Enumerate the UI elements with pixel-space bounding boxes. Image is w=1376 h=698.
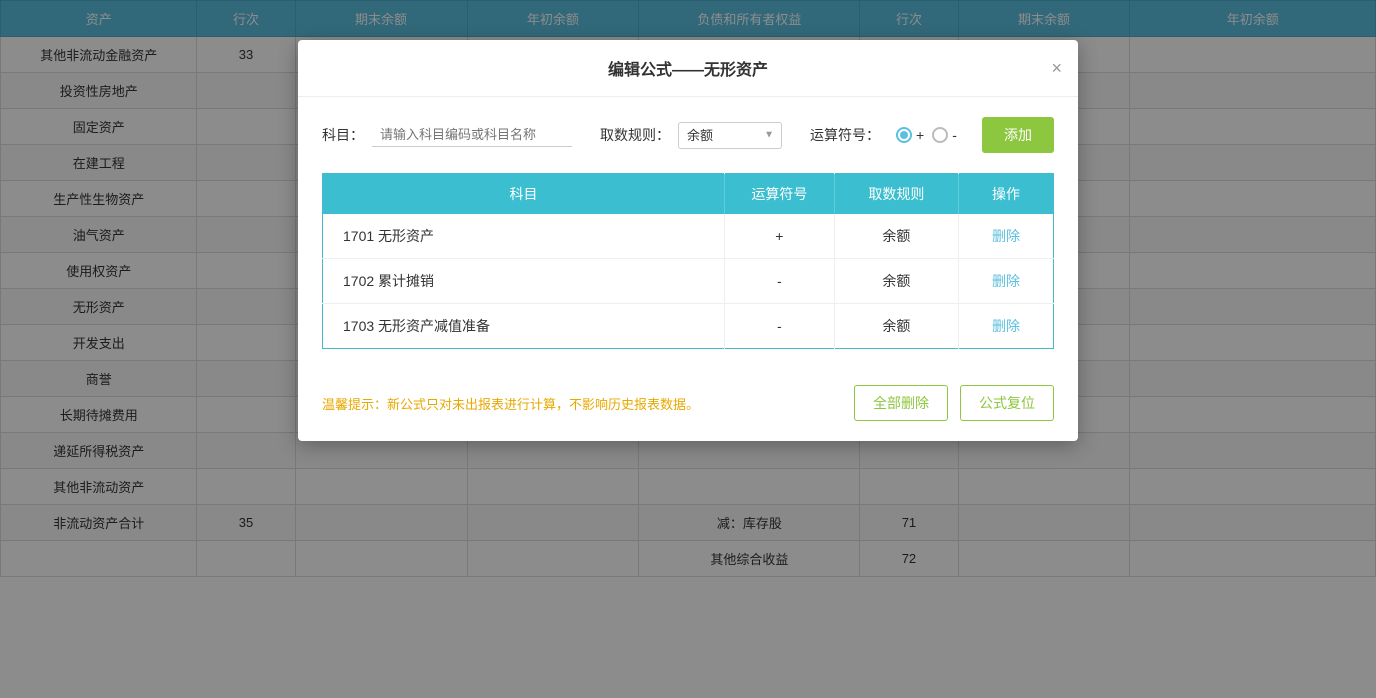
- reset-button[interactable]: 公式复位: [960, 385, 1054, 421]
- operator-plus-item[interactable]: +: [896, 127, 924, 143]
- formula-cell-action: 删除: [958, 259, 1053, 304]
- col-rule: 取数规则: [834, 174, 958, 215]
- formula-cell-subject: 1701 无形资产: [323, 214, 725, 259]
- delete-row-button[interactable]: 删除: [992, 226, 1020, 246]
- col-action: 操作: [958, 174, 1053, 215]
- formula-cell-subject: 1702 累计摊销: [323, 259, 725, 304]
- operator-minus-item[interactable]: -: [932, 127, 957, 143]
- formula-cell-operator: +: [725, 214, 835, 259]
- rule-select-wrapper[interactable]: 余额 借方 贷方 借方发生额 贷方发生额 ▼: [678, 122, 782, 149]
- footer-tip: 温馨提示：新公式只对未出报表进行计算，不影响历史报表数据。: [322, 394, 699, 413]
- subject-label: 科目：: [322, 125, 364, 145]
- subject-input[interactable]: [372, 123, 572, 147]
- delete-all-button[interactable]: 全部删除: [854, 385, 948, 421]
- footer-buttons: 全部删除 公式复位: [854, 385, 1054, 421]
- formula-cell-rule: 余额: [834, 304, 958, 349]
- modal-dialog: 编辑公式——无形资产 × 科目： 取数规则： 余额 借方 贷: [298, 40, 1078, 441]
- modal-overlay: 编辑公式——无形资产 × 科目： 取数规则： 余额 借方 贷: [0, 0, 1376, 698]
- formula-cell-rule: 余额: [834, 214, 958, 259]
- operator-section: 运算符号： + -: [810, 125, 957, 145]
- delete-row-button[interactable]: 删除: [992, 316, 1020, 336]
- modal-close-button[interactable]: ×: [1051, 59, 1062, 77]
- formula-table-row: 1703 无形资产减值准备-余额 删除: [323, 304, 1054, 349]
- formula-cell-operator: -: [725, 304, 835, 349]
- modal-title: 编辑公式——无形资产: [608, 62, 768, 79]
- col-operator: 运算符号: [725, 174, 835, 215]
- rule-select[interactable]: 余额 借方 贷方 借方发生额 贷方发生额: [678, 122, 782, 149]
- formula-cell-subject: 1703 无形资产减值准备: [323, 304, 725, 349]
- page-wrapper: 资产 行次 期末余额 年初余额 负债和所有者权益 行次 期末余额 年初余额 其他…: [0, 0, 1376, 698]
- formula-table-row: 1701 无形资产+余额 删除: [323, 214, 1054, 259]
- formula-cell-action: 删除: [958, 304, 1053, 349]
- modal-body: 科目： 取数规则： 余额 借方 贷方 借方发生额 贷方发生额: [298, 97, 1078, 369]
- formula-cell-rule: 余额: [834, 259, 958, 304]
- modal-footer: 温馨提示：新公式只对未出报表进行计算，不影响历史报表数据。 全部删除 公式复位: [298, 369, 1078, 441]
- rule-section: 取数规则： 余额 借方 贷方 借方发生额 贷方发生额 ▼: [600, 122, 782, 149]
- operator-radio-group: + -: [896, 127, 957, 143]
- formula-cell-action: 删除: [958, 214, 1053, 259]
- operator-label: 运算符号：: [810, 125, 880, 145]
- col-subject: 科目: [323, 174, 725, 215]
- operator-plus-label: +: [916, 127, 924, 143]
- formula-table: 科目 运算符号 取数规则 操作 1701 无形资产+余额删除1702 累计摊销-…: [322, 173, 1054, 349]
- formula-table-row: 1702 累计摊销-余额 删除: [323, 259, 1054, 304]
- add-button[interactable]: 添加: [982, 117, 1054, 153]
- delete-row-button[interactable]: 删除: [992, 271, 1020, 291]
- form-row: 科目： 取数规则： 余额 借方 贷方 借方发生额 贷方发生额: [322, 117, 1054, 153]
- operator-minus-label: -: [952, 127, 957, 143]
- operator-plus-radio[interactable]: [896, 127, 912, 143]
- modal-header: 编辑公式——无形资产 ×: [298, 40, 1078, 97]
- formula-cell-operator: -: [725, 259, 835, 304]
- rule-label: 取数规则：: [600, 125, 670, 145]
- operator-minus-radio[interactable]: [932, 127, 948, 143]
